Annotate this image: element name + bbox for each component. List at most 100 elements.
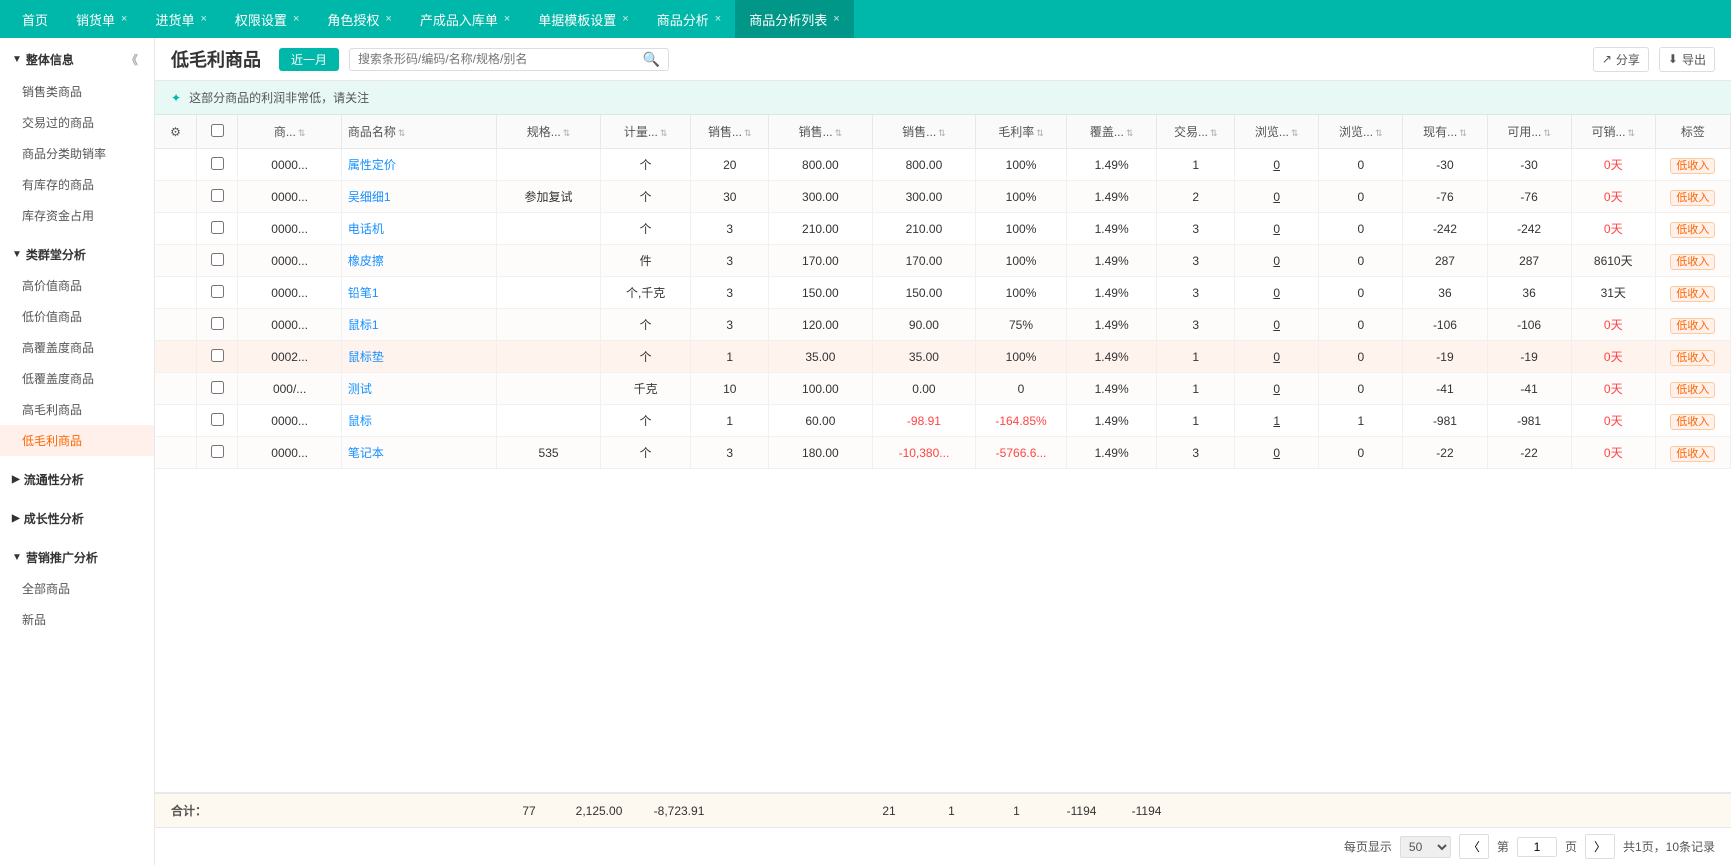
col-sale-amt-header[interactable]: 销售...⇅ [872, 115, 976, 149]
row-checkbox[interactable] [211, 253, 224, 266]
sidebar-item-sales-products[interactable]: 销售类商品 [0, 76, 154, 107]
cell-checkbox[interactable] [196, 181, 237, 213]
col-cur-stock-header[interactable]: 现有...⇅ [1403, 115, 1487, 149]
cell-view1[interactable]: 0 [1235, 277, 1319, 309]
cell-name[interactable]: 属性定价 [341, 149, 496, 181]
cell-name[interactable]: 鼠标1 [341, 309, 496, 341]
cell-view1[interactable]: 0 [1235, 341, 1319, 373]
col-sell-days-header[interactable]: 可销...⇅ [1571, 115, 1655, 149]
cell-checkbox[interactable] [196, 341, 237, 373]
sidebar-item-stock-funds[interactable]: 库存资金占用 [0, 200, 154, 231]
sidebar-section-overall-title[interactable]: ▼ 整体信息 《 [0, 42, 154, 76]
close-analysis-list-icon[interactable]: × [833, 13, 839, 25]
filter-month-button[interactable]: 近一月 [279, 48, 339, 71]
nav-home[interactable]: 首页 [8, 0, 62, 38]
nav-sales[interactable]: 销货单 × [62, 0, 141, 38]
sidebar-section-marketing-title[interactable]: ▼ 营销推广分析 [0, 542, 154, 573]
cell-name[interactable]: 橡皮擦 [341, 245, 496, 277]
sidebar-item-stocked-products[interactable]: 有库存的商品 [0, 169, 154, 200]
nav-template-settings[interactable]: 单据模板设置 × [524, 0, 642, 38]
col-name-header[interactable]: 商品名称⇅ [341, 115, 496, 149]
cell-name[interactable]: 鼠标垫 [341, 341, 496, 373]
col-view2-header[interactable]: 浏览...⇅ [1319, 115, 1403, 149]
select-all-checkbox[interactable] [211, 124, 224, 137]
cell-name[interactable]: 吴细细1 [341, 181, 496, 213]
cell-view1[interactable]: 0 [1235, 309, 1319, 341]
cell-checkbox[interactable] [196, 373, 237, 405]
cell-checkbox[interactable] [196, 277, 237, 309]
sidebar-item-high-value[interactable]: 高价值商品 [0, 270, 154, 301]
cell-view1[interactable]: 0 [1235, 437, 1319, 469]
row-checkbox[interactable] [211, 381, 224, 394]
col-spec-header[interactable]: 规格...⇅ [497, 115, 601, 149]
sidebar-item-traded-products[interactable]: 交易过的商品 [0, 107, 154, 138]
col-checkbox-header[interactable] [196, 115, 237, 149]
row-checkbox[interactable] [211, 413, 224, 426]
nav-permissions[interactable]: 权限设置 × [221, 0, 313, 38]
close-product-inbound-icon[interactable]: × [504, 13, 510, 25]
export-button[interactable]: ⬇ 导出 [1659, 47, 1715, 72]
sidebar-section-cluster-title[interactable]: ▼ 类群堂分析 [0, 239, 154, 270]
cell-checkbox[interactable] [196, 309, 237, 341]
sidebar-item-all-products[interactable]: 全部商品 [0, 573, 154, 604]
row-checkbox[interactable] [211, 157, 224, 170]
close-analysis-icon[interactable]: × [715, 13, 721, 25]
row-checkbox[interactable] [211, 221, 224, 234]
sidebar-section-growth-title[interactable]: ▶ 成长性分析 [0, 503, 154, 534]
col-sale-price-header[interactable]: 销售...⇅ [769, 115, 873, 149]
page-number-input[interactable] [1517, 837, 1557, 857]
row-checkbox[interactable] [211, 317, 224, 330]
cell-name[interactable]: 铅笔1 [341, 277, 496, 309]
col-sale-qty-header[interactable]: 销售...⇅ [691, 115, 769, 149]
col-unit-header[interactable]: 计量...⇅ [600, 115, 691, 149]
nav-product-analysis[interactable]: 商品分析 × [643, 0, 735, 38]
col-view1-header[interactable]: 浏览...⇅ [1235, 115, 1319, 149]
close-sales-icon[interactable]: × [121, 13, 127, 25]
cell-view1[interactable]: 0 [1235, 373, 1319, 405]
sidebar-item-high-coverage[interactable]: 高覆盖度商品 [0, 332, 154, 363]
cell-view1[interactable]: 0 [1235, 181, 1319, 213]
sidebar-item-high-margin[interactable]: 高毛利商品 [0, 394, 154, 425]
close-roles-icon[interactable]: × [385, 13, 391, 25]
row-checkbox[interactable] [211, 349, 224, 362]
page-size-select[interactable]: 50 10 20 100 [1400, 836, 1451, 858]
nav-product-analysis-list[interactable]: 商品分析列表 × [735, 0, 853, 38]
cell-checkbox[interactable] [196, 405, 237, 437]
col-trans-header[interactable]: 交易...⇅ [1157, 115, 1235, 149]
share-button[interactable]: ↗ 分享 [1593, 47, 1649, 72]
nav-roles[interactable]: 角色授权 × [313, 0, 405, 38]
cell-name[interactable]: 笔记本 [341, 437, 496, 469]
cell-checkbox[interactable] [196, 245, 237, 277]
nav-purchase[interactable]: 进货单 × [141, 0, 220, 38]
col-avail-stock-header[interactable]: 可用...⇅ [1487, 115, 1571, 149]
collapse-overall-icon[interactable]: 《 [122, 49, 142, 69]
nav-product-inbound[interactable]: 产成品入库单 × [406, 0, 524, 38]
col-cover-header[interactable]: 覆盖...⇅ [1066, 115, 1157, 149]
cell-view1[interactable]: 0 [1235, 245, 1319, 277]
col-tag-header[interactable]: 标签 [1655, 115, 1730, 149]
sidebar-item-category-rate[interactable]: 商品分类助销率 [0, 138, 154, 169]
col-settings[interactable]: ⚙ [155, 115, 196, 149]
search-input[interactable] [358, 52, 643, 66]
sidebar-section-circulation-title[interactable]: ▶ 流通性分析 [0, 464, 154, 495]
sidebar-item-new-products[interactable]: 新品 [0, 604, 154, 635]
close-purchase-icon[interactable]: × [200, 13, 206, 25]
close-template-icon[interactable]: × [622, 13, 628, 25]
cell-name[interactable]: 测试 [341, 373, 496, 405]
sidebar-item-low-coverage[interactable]: 低覆盖度商品 [0, 363, 154, 394]
row-checkbox[interactable] [211, 285, 224, 298]
cell-view1[interactable]: 1 [1235, 405, 1319, 437]
cell-checkbox[interactable] [196, 213, 237, 245]
col-gross-rate-header[interactable]: 毛利率⇅ [976, 115, 1067, 149]
cell-name[interactable]: 电话机 [341, 213, 496, 245]
cell-view1[interactable]: 0 [1235, 213, 1319, 245]
sidebar-item-low-value[interactable]: 低价值商品 [0, 301, 154, 332]
row-checkbox[interactable] [211, 445, 224, 458]
close-permissions-icon[interactable]: × [293, 13, 299, 25]
cell-checkbox[interactable] [196, 149, 237, 181]
sidebar-item-low-margin[interactable]: 低毛利商品 [0, 425, 154, 456]
cell-view1[interactable]: 0 [1235, 149, 1319, 181]
cell-name[interactable]: 鼠标 [341, 405, 496, 437]
cell-checkbox[interactable] [196, 437, 237, 469]
next-page-button[interactable]: 〉 [1585, 834, 1615, 859]
